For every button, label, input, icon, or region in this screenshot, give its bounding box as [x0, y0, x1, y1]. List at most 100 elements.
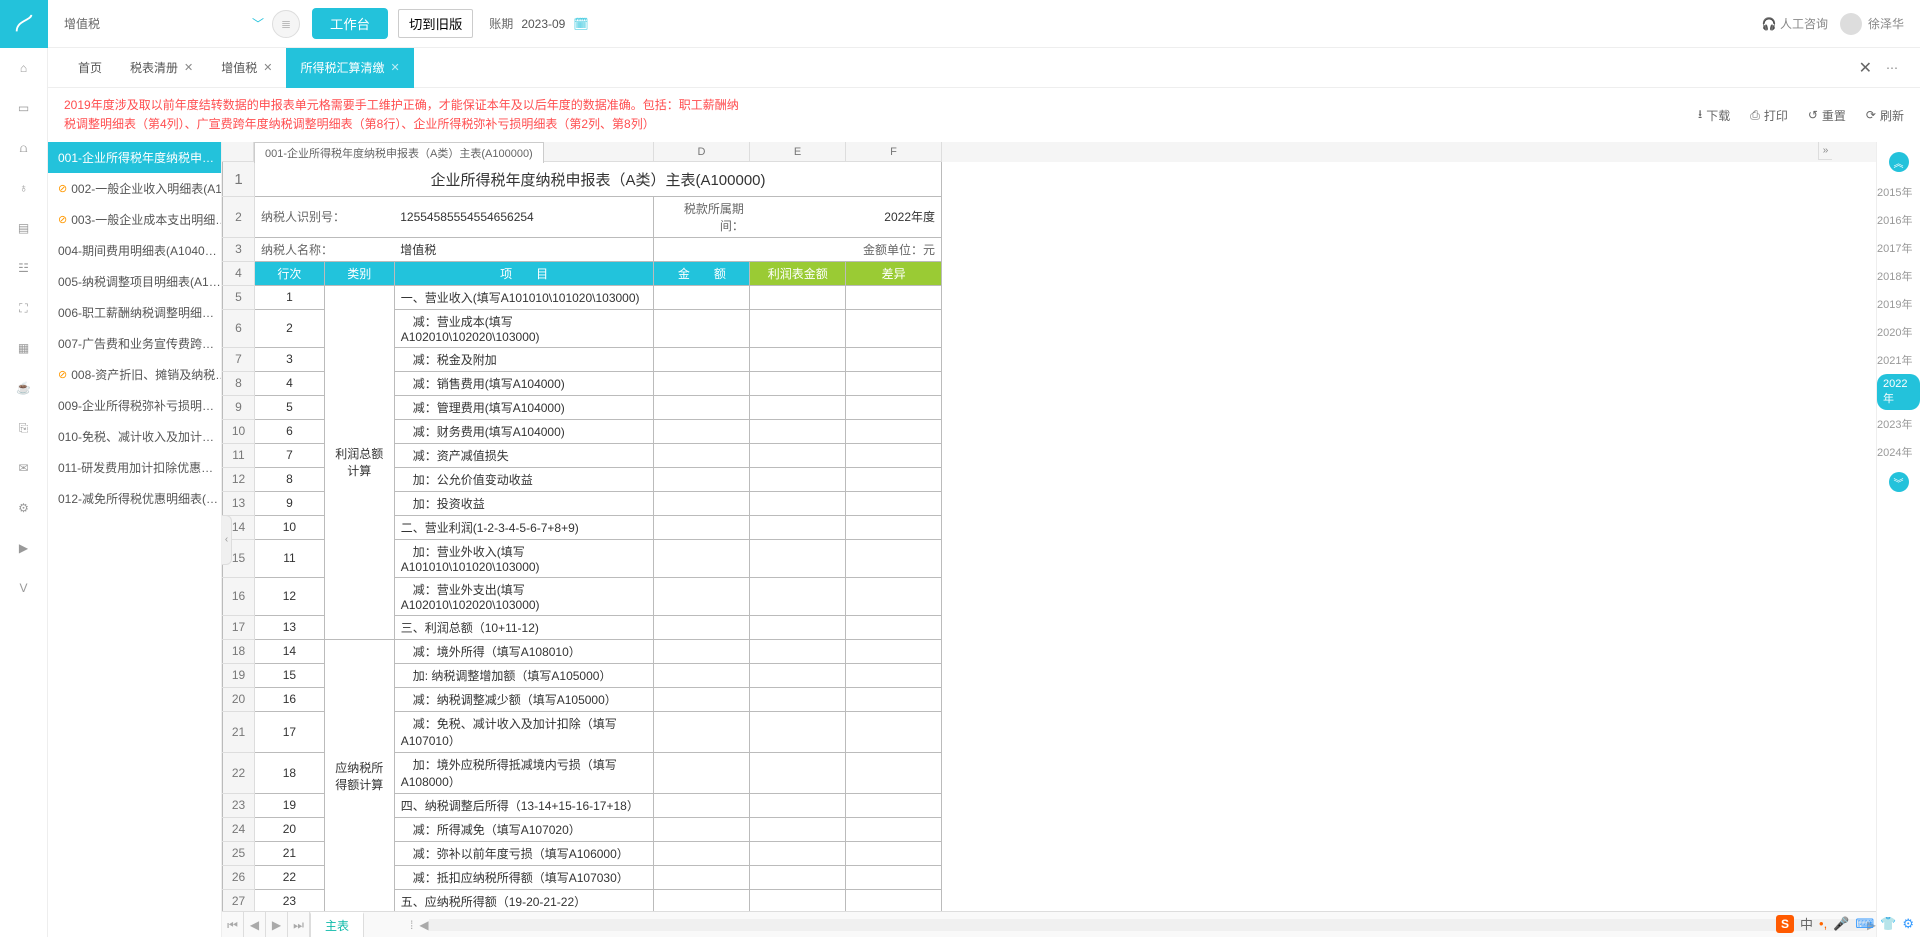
cell-item[interactable]: 四、纳税调整后所得（13-14+15-16-17+18）	[394, 793, 654, 817]
form-list-item[interactable]: 004-期间费用明细表(A1040…	[48, 235, 221, 266]
sheet-next-icon[interactable]: ▶	[266, 912, 288, 937]
cell-value[interactable]	[750, 865, 846, 889]
cell-value[interactable]	[654, 639, 750, 663]
sheet-first-icon[interactable]: ⏮	[222, 912, 244, 937]
cell-item[interactable]: 加：投资收益	[394, 491, 654, 515]
cell-rowno[interactable]: 15	[254, 663, 324, 687]
cell-value[interactable]	[654, 539, 750, 577]
cell-value[interactable]	[654, 347, 750, 371]
cell-rowno[interactable]: 4	[254, 371, 324, 395]
workbench-button[interactable]: 工作台	[312, 8, 388, 39]
cell-value[interactable]	[846, 371, 942, 395]
form-list-item[interactable]: ⊘003-一般企业成本支出明细…	[48, 204, 221, 235]
nav-form-icon[interactable]: ☳	[0, 248, 48, 288]
cell-value[interactable]	[654, 793, 750, 817]
nav-doc-icon[interactable]: ▭	[0, 88, 48, 128]
form-list-item[interactable]: 011-研发费用加计扣除优惠…	[48, 452, 221, 483]
cell-value[interactable]	[750, 663, 846, 687]
close-icon[interactable]: ✕	[263, 61, 272, 74]
cell-value[interactable]	[846, 687, 942, 711]
cell-rowno[interactable]: 8	[254, 467, 324, 491]
nav-grid-icon[interactable]: ▦	[0, 328, 48, 368]
cell-rowno[interactable]: 22	[254, 865, 324, 889]
cell-value[interactable]	[846, 309, 942, 347]
cell-item[interactable]: 减：营业成本(填写A102010\102020\103000)	[394, 309, 654, 347]
cell-rowno[interactable]: 19	[254, 793, 324, 817]
sheet-tab[interactable]: 主表	[310, 912, 364, 937]
cell-value[interactable]	[654, 687, 750, 711]
nav-report-icon[interactable]: ▤	[0, 208, 48, 248]
cell-value[interactable]	[654, 467, 750, 491]
cell-item[interactable]: 减：所得减免（填写A107020）	[394, 817, 654, 841]
year-item[interactable]: 2022年	[1877, 374, 1920, 410]
cell-item[interactable]: 减：纳税调整减少额（填写A105000）	[394, 687, 654, 711]
cell-value[interactable]	[750, 841, 846, 865]
cell-item[interactable]: 减：抵扣应纳税所得额（填写A107030）	[394, 865, 654, 889]
cell-value[interactable]	[750, 347, 846, 371]
cell-value[interactable]	[846, 347, 942, 371]
list-button[interactable]: ≣	[272, 10, 300, 38]
cell-rowno[interactable]: 13	[254, 615, 324, 639]
cell-value[interactable]	[846, 467, 942, 491]
year-item[interactable]: 2015年	[1877, 178, 1920, 206]
cell-item[interactable]: 加: 纳税调整增加额（填写A105000）	[394, 663, 654, 687]
cell-item[interactable]: 减：境外所得（填写A108010）	[394, 639, 654, 663]
cell-value[interactable]	[654, 515, 750, 539]
nav-inbox-icon[interactable]: ✉	[0, 448, 48, 488]
ime-punct-icon[interactable]: •,	[1819, 916, 1827, 931]
cell-value[interactable]	[654, 577, 750, 615]
print-button[interactable]: ⎙打印	[1750, 105, 1788, 126]
cell-rowno[interactable]: 14	[254, 639, 324, 663]
cell-value[interactable]	[654, 752, 750, 793]
year-item[interactable]: 2023年	[1877, 410, 1920, 438]
cell-value[interactable]	[846, 539, 942, 577]
cell-item[interactable]: 一、营业收入(填写A101010\101020\103000)	[394, 285, 654, 309]
form-list-item[interactable]: 006-职工薪酬纳税调整明细…	[48, 297, 221, 328]
collapse-handle[interactable]: ‹	[222, 515, 232, 565]
cell-value[interactable]	[750, 711, 846, 752]
cell-rowno[interactable]: 6	[254, 419, 324, 443]
cell-value[interactable]	[846, 752, 942, 793]
cell-item[interactable]: 减：免税、减计收入及加计扣除（填写A107010）	[394, 711, 654, 752]
cell-item[interactable]: 三、利润总额（10+11-12)	[394, 615, 654, 639]
cell-item[interactable]: 减：税金及附加	[394, 347, 654, 371]
sheet-last-icon[interactable]: ⏭	[288, 912, 310, 937]
nav-tax-icon[interactable]: ☕	[0, 368, 48, 408]
cell-rowno[interactable]: 23	[254, 889, 324, 911]
cell-rowno[interactable]: 11	[254, 539, 324, 577]
cell-value[interactable]	[750, 371, 846, 395]
cell-value[interactable]	[654, 419, 750, 443]
cell-rowno[interactable]: 16	[254, 687, 324, 711]
refresh-button[interactable]: ⟳刷新	[1866, 105, 1904, 126]
cell-rowno[interactable]: 2	[254, 309, 324, 347]
cell-value[interactable]	[846, 793, 942, 817]
horizontal-scrollbar[interactable]	[429, 919, 1867, 931]
form-list-item[interactable]: 009-企业所得税弥补亏损明…	[48, 390, 221, 421]
nav-money-icon[interactable]: ♁	[0, 168, 48, 208]
cell-value[interactable]	[750, 817, 846, 841]
form-list-item[interactable]: 012-减免所得税优惠明细表(…	[48, 483, 221, 514]
cell-rowno[interactable]: 9	[254, 491, 324, 515]
cell-value[interactable]	[654, 817, 750, 841]
cell-value[interactable]	[750, 395, 846, 419]
calendar-icon[interactable]: 🗓	[573, 17, 588, 31]
old-version-button[interactable]: 切到旧版	[398, 9, 473, 38]
cell-value[interactable]	[750, 443, 846, 467]
ime-tools-icon[interactable]: ⚙	[1902, 916, 1914, 932]
cell-value[interactable]	[750, 793, 846, 817]
cell-value[interactable]	[750, 639, 846, 663]
cell-value[interactable]	[654, 309, 750, 347]
cell-item[interactable]: 五、应纳税所得额（19-20-21-22）	[394, 889, 654, 911]
cell-item[interactable]: 减：资产减值损失	[394, 443, 654, 467]
reset-button[interactable]: ↺重置	[1808, 105, 1846, 126]
cell-item[interactable]: 减：营业外支出(填写A102010\102020\103000)	[394, 577, 654, 615]
year-item[interactable]: 2021年	[1877, 346, 1920, 374]
sheet-prev-icon[interactable]: ◀	[244, 912, 266, 937]
cell-value[interactable]	[846, 663, 942, 687]
cell-value[interactable]	[654, 371, 750, 395]
cell-value[interactable]	[846, 515, 942, 539]
form-list-item[interactable]: ⊘002-一般企业收入明细表(A1…	[48, 173, 221, 204]
cell-value[interactable]	[750, 285, 846, 309]
close-icon[interactable]: ✕	[391, 61, 400, 74]
cell-value[interactable]	[846, 865, 942, 889]
